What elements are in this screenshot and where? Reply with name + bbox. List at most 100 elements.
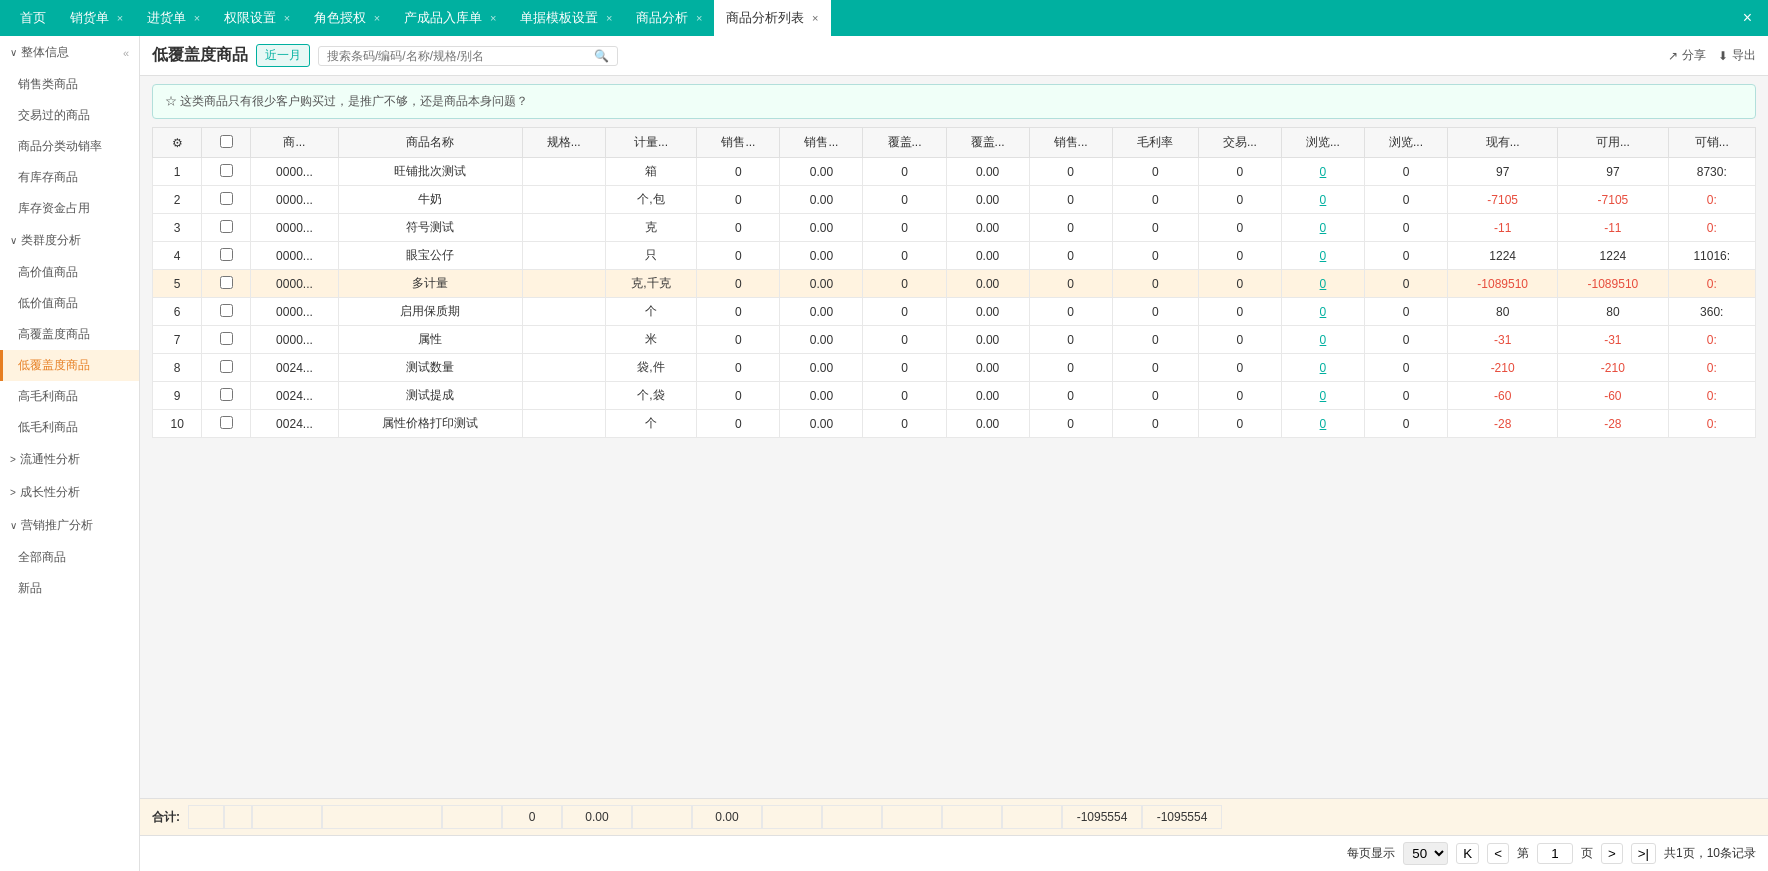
next-page-button[interactable]: > [1601, 843, 1623, 864]
per-page-select[interactable]: 50 [1403, 842, 1448, 865]
search-input[interactable] [327, 49, 594, 63]
time-filter-button[interactable]: 近一月 [256, 44, 310, 67]
col-cover2[interactable]: 覆盖... [946, 128, 1029, 158]
browse-link[interactable]: 0 [1320, 249, 1327, 263]
search-box: 🔍 [318, 46, 618, 66]
col-sales3[interactable]: 销售... [1029, 128, 1112, 158]
col-browse2[interactable]: 浏览... [1364, 128, 1447, 158]
sidebar-section-category[interactable]: ∨ 类群度分析 [0, 224, 139, 257]
table-cell: 0 [697, 214, 780, 242]
sidebar-item-instock-goods[interactable]: 有库存商品 [0, 162, 139, 193]
col-sellable[interactable]: 可销... [1668, 128, 1756, 158]
nav-product-analysis[interactable]: 商品分析 × [624, 0, 714, 36]
col-name[interactable]: 商品名称 [338, 128, 522, 158]
close-icon[interactable]: × [117, 12, 123, 24]
browse-link[interactable]: 0 [1320, 221, 1327, 235]
close-icon[interactable]: × [490, 12, 496, 24]
sidebar-item-inventory-capital[interactable]: 库存资金占用 [0, 193, 139, 224]
table-cell: 0.00 [946, 214, 1029, 242]
close-icon[interactable]: × [696, 12, 702, 24]
table-cell: 0 [1281, 270, 1364, 298]
sidebar-item-new-goods[interactable]: 新品 [0, 573, 139, 604]
sidebar-item-low-profit[interactable]: 低毛利商品 [0, 412, 139, 443]
browse-link[interactable]: 0 [1320, 333, 1327, 347]
nav-product-inbound[interactable]: 产成品入库单 × [392, 0, 508, 36]
share-button[interactable]: ↗ 分享 [1668, 47, 1706, 64]
col-checkbox[interactable] [202, 128, 251, 158]
table-cell: 80 [1558, 298, 1668, 326]
sidebar-section-overall[interactable]: ∨ 整体信息 « [0, 36, 139, 69]
row-checkbox[interactable] [220, 220, 233, 233]
nav-template-settings[interactable]: 单据模板设置 × [508, 0, 624, 36]
nav-home[interactable]: 首页 [8, 0, 58, 36]
row-checkbox[interactable] [220, 248, 233, 261]
collapse-sidebar-icon[interactable]: « [123, 47, 129, 59]
sidebar-item-category-rate[interactable]: 商品分类动销率 [0, 131, 139, 162]
col-cover1[interactable]: 覆盖... [863, 128, 946, 158]
sidebar-item-low-value[interactable]: 低价值商品 [0, 288, 139, 319]
row-checkbox[interactable] [220, 388, 233, 401]
sidebar-section-growth[interactable]: > 成长性分析 [0, 476, 139, 509]
row-checkbox[interactable] [220, 332, 233, 345]
browse-link[interactable]: 0 [1320, 305, 1327, 319]
window-close-button[interactable]: × [1735, 9, 1760, 27]
close-icon[interactable]: × [194, 12, 200, 24]
col-browse1[interactable]: 浏览... [1281, 128, 1364, 158]
data-table-wrapper[interactable]: ⚙ 商... 商品名称 规格... 计量... 销售... 销售... 覆盖..… [152, 127, 1756, 798]
col-sales2[interactable]: 销售... [780, 128, 863, 158]
sidebar-item-high-value[interactable]: 高价值商品 [0, 257, 139, 288]
row-checkbox[interactable] [220, 192, 233, 205]
table-cell [202, 354, 251, 382]
sidebar-section-marketing[interactable]: ∨ 营销推广分析 [0, 509, 139, 542]
select-all-checkbox[interactable] [220, 135, 233, 148]
browse-link[interactable]: 0 [1320, 417, 1327, 431]
col-code[interactable]: 商... [251, 128, 338, 158]
sidebar-item-high-profit[interactable]: 高毛利商品 [0, 381, 139, 412]
col-unit[interactable]: 计量... [605, 128, 697, 158]
sidebar-item-traded-goods[interactable]: 交易过的商品 [0, 100, 139, 131]
table-row: 80024...测试数量袋,件00.0000.0000000-210-2100: [153, 354, 1756, 382]
col-trade[interactable]: 交易... [1198, 128, 1281, 158]
col-gross[interactable]: 毛利率 [1112, 128, 1198, 158]
nav-sales-order[interactable]: 销货单 × [58, 0, 135, 36]
col-current[interactable]: 现有... [1448, 128, 1558, 158]
browse-link[interactable]: 0 [1320, 165, 1327, 179]
row-checkbox[interactable] [220, 360, 233, 373]
prev-page-button[interactable]: < [1487, 843, 1509, 864]
row-checkbox[interactable] [220, 276, 233, 289]
col-sales1[interactable]: 销售... [697, 128, 780, 158]
row-checkbox[interactable] [220, 416, 233, 429]
close-icon[interactable]: × [284, 12, 290, 24]
sidebar-item-low-coverage[interactable]: 低覆盖度商品 [0, 350, 139, 381]
sidebar-item-all-goods[interactable]: 全部商品 [0, 542, 139, 573]
col-spec[interactable]: 规格... [522, 128, 605, 158]
nav-role-auth[interactable]: 角色授权 × [302, 0, 392, 36]
table-cell: -7105 [1558, 186, 1668, 214]
row-checkbox[interactable] [220, 304, 233, 317]
sidebar-item-sales-goods[interactable]: 销售类商品 [0, 69, 139, 100]
table-cell [202, 410, 251, 438]
table-cell: 0 [863, 410, 946, 438]
nav-permission-settings[interactable]: 权限设置 × [212, 0, 302, 36]
nav-product-analysis-list[interactable]: 商品分析列表 × [714, 0, 830, 36]
close-icon[interactable]: × [606, 12, 612, 24]
close-icon[interactable]: × [374, 12, 380, 24]
sidebar-item-high-coverage[interactable]: 高覆盖度商品 [0, 319, 139, 350]
browse-link[interactable]: 0 [1320, 389, 1327, 403]
browse-link[interactable]: 0 [1320, 361, 1327, 375]
page-number-input[interactable] [1537, 843, 1573, 864]
search-icon[interactable]: 🔍 [594, 49, 609, 63]
row-checkbox[interactable] [220, 164, 233, 177]
browse-link[interactable]: 0 [1320, 277, 1327, 291]
col-settings[interactable]: ⚙ [153, 128, 202, 158]
browse-link[interactable]: 0 [1320, 193, 1327, 207]
sidebar-section-liquidity[interactable]: > 流通性分析 [0, 443, 139, 476]
close-icon[interactable]: × [812, 12, 818, 24]
export-button[interactable]: ⬇ 导出 [1718, 47, 1756, 64]
first-page-button[interactable]: K [1456, 843, 1479, 864]
nav-purchase-order[interactable]: 进货单 × [135, 0, 212, 36]
table-cell: 0.00 [780, 214, 863, 242]
last-page-button[interactable]: >| [1631, 843, 1656, 864]
col-available[interactable]: 可用... [1558, 128, 1668, 158]
table-cell: 0 [1198, 186, 1281, 214]
